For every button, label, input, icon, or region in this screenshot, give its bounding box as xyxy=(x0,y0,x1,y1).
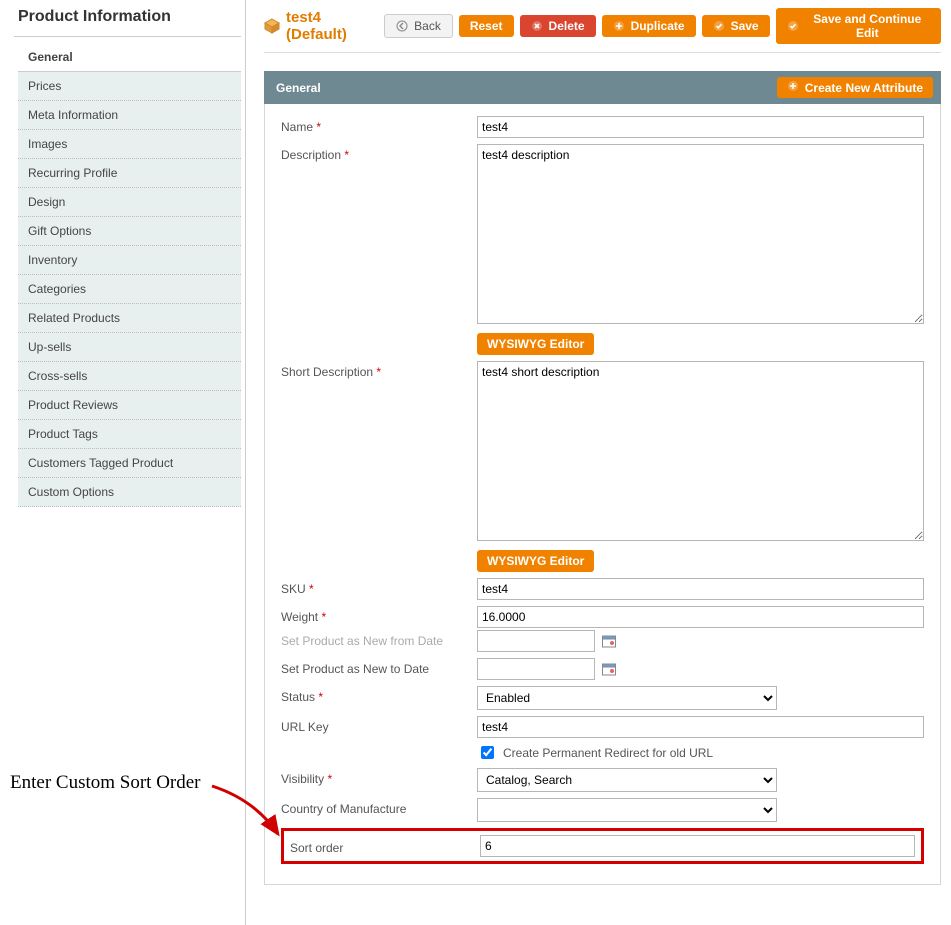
check-circle-icon xyxy=(713,20,725,32)
sidebar-item-general[interactable]: General xyxy=(18,43,241,72)
section-title: General xyxy=(276,81,321,95)
label-sku: SKU xyxy=(281,582,306,596)
sidebar-item-prices[interactable]: Prices xyxy=(18,72,241,101)
sidebar-item-product-reviews[interactable]: Product Reviews xyxy=(18,391,241,420)
sidebar-item-related-products[interactable]: Related Products xyxy=(18,304,241,333)
sort-order-highlight: Sort order xyxy=(281,828,924,864)
annotation-text: Enter Custom Sort Order xyxy=(10,772,201,794)
sidebar-item-images[interactable]: Images xyxy=(18,130,241,159)
required-asterisk: * xyxy=(327,772,332,786)
label-status: Status xyxy=(281,690,315,704)
sort-order-input[interactable] xyxy=(480,835,915,857)
label-url-key: URL Key xyxy=(281,720,329,734)
country-select[interactable] xyxy=(477,798,777,822)
sidebar-item-product-tags[interactable]: Product Tags xyxy=(18,420,241,449)
sidebar-title: Product Information xyxy=(14,8,241,37)
page-title: test4 (Default) xyxy=(286,9,384,43)
label-new-to: Set Product as New to Date xyxy=(281,662,429,676)
sidebar-item-cross-sells[interactable]: Cross-sells xyxy=(18,362,241,391)
new-to-date-input[interactable] xyxy=(477,658,595,680)
description-textarea[interactable] xyxy=(477,144,924,324)
required-asterisk: * xyxy=(316,120,321,134)
sidebar-item-up-sells[interactable]: Up-sells xyxy=(18,333,241,362)
sidebar-item-meta-information[interactable]: Meta Information xyxy=(18,101,241,130)
status-select[interactable]: Enabled xyxy=(477,686,777,710)
required-asterisk: * xyxy=(376,365,381,379)
delete-x-icon xyxy=(531,20,543,32)
required-asterisk: * xyxy=(321,610,326,624)
save-continue-button[interactable]: Save and Continue Edit xyxy=(776,8,941,44)
label-visibility: Visibility xyxy=(281,772,324,786)
calendar-icon[interactable] xyxy=(601,633,617,649)
visibility-select[interactable]: Catalog, Search xyxy=(477,768,777,792)
delete-button[interactable]: Delete xyxy=(520,15,596,37)
product-cube-icon xyxy=(264,18,280,34)
label-description: Description xyxy=(281,148,341,162)
sidebar-item-custom-options[interactable]: Custom Options xyxy=(18,478,241,507)
wysiwyg-button[interactable]: WYSIWYG Editor xyxy=(477,550,594,572)
label-short-description: Short Description xyxy=(281,365,373,379)
sidebar-item-gift-options[interactable]: Gift Options xyxy=(18,217,241,246)
required-asterisk: * xyxy=(344,148,349,162)
label-name: Name xyxy=(281,120,313,134)
label-weight: Weight xyxy=(281,610,318,624)
sidebar-item-categories[interactable]: Categories xyxy=(18,275,241,304)
plus-circle-icon xyxy=(613,20,625,32)
wysiwyg-button[interactable]: WYSIWYG Editor xyxy=(477,333,594,355)
label-new-from: Set Product as New from Date xyxy=(281,634,443,648)
required-asterisk: * xyxy=(309,582,314,596)
back-arrow-icon xyxy=(396,20,408,32)
plus-circle-icon xyxy=(787,80,799,95)
sidebar-item-recurring-profile[interactable]: Recurring Profile xyxy=(18,159,241,188)
required-asterisk: * xyxy=(318,690,323,704)
weight-input[interactable] xyxy=(477,606,924,628)
url-key-input[interactable] xyxy=(477,716,924,738)
reset-button[interactable]: Reset xyxy=(459,15,514,37)
sku-input[interactable] xyxy=(477,578,924,600)
new-from-date-input[interactable] xyxy=(477,630,595,652)
label-sort-order: Sort order xyxy=(290,841,343,855)
sidebar-item-design[interactable]: Design xyxy=(18,188,241,217)
check-circle-icon xyxy=(787,20,799,32)
redirect-checkbox[interactable] xyxy=(481,746,494,759)
duplicate-button[interactable]: Duplicate xyxy=(602,15,696,37)
create-attribute-button[interactable]: Create New Attribute xyxy=(777,77,933,98)
back-button[interactable]: Back xyxy=(384,14,453,38)
name-input[interactable] xyxy=(477,116,924,138)
sidebar-item-customers-tagged-product[interactable]: Customers Tagged Product xyxy=(18,449,241,478)
save-button[interactable]: Save xyxy=(702,15,770,37)
short-description-textarea[interactable] xyxy=(477,361,924,541)
header-rule xyxy=(264,52,941,53)
sidebar-item-inventory[interactable]: Inventory xyxy=(18,246,241,275)
redirect-label: Create Permanent Redirect for old URL xyxy=(503,746,713,760)
label-country: Country of Manufacture xyxy=(281,802,406,816)
calendar-icon[interactable] xyxy=(601,661,617,677)
